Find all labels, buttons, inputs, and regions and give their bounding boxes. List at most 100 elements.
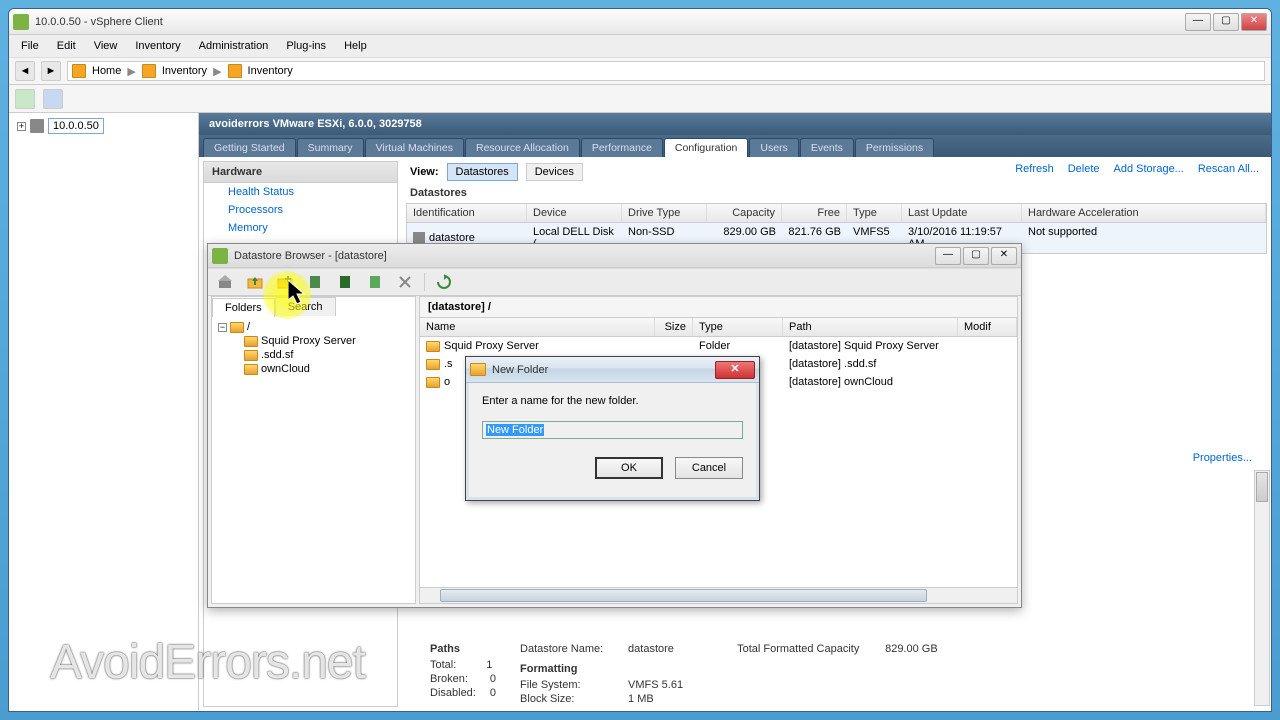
col-capacity[interactable]: Capacity [707,204,782,222]
hw-health-status[interactable]: Health Status [204,183,397,201]
action-refresh[interactable]: Refresh [1015,163,1054,175]
tab-resource-allocation[interactable]: Resource Allocation [465,138,580,157]
server-icon [30,119,44,133]
bc-home[interactable]: Home [92,65,121,77]
folder-icon [426,359,440,370]
window-title: 10.0.0.50 - vSphere Client [35,16,1185,28]
col-identification[interactable]: Identification [407,204,527,222]
menu-edit[interactable]: Edit [49,37,84,55]
browser-title: Datastore Browser - [datastore] [234,250,935,262]
tree-item[interactable]: Squid Proxy Server [216,334,411,348]
menu-bar: File Edit View Inventory Administration … [9,35,1271,57]
col-free[interactable]: Free [782,204,847,222]
folder-icon [426,341,440,352]
host-header: avoiderrors VMware ESXi, 6.0.0, 3029758 [199,113,1271,135]
folder-icon [470,363,486,376]
properties-link[interactable]: Properties... [1193,452,1252,464]
dialog-close-button[interactable]: ✕ [715,361,755,379]
folder-icon [244,350,258,361]
inventory-icon-2[interactable] [228,64,242,78]
tab-summary[interactable]: Summary [297,138,364,157]
cancel-button[interactable]: Cancel [675,457,743,479]
tool-button-2[interactable] [43,89,63,109]
tab-virtual-machines[interactable]: Virtual Machines [365,138,464,157]
upload-icon[interactable] [334,271,356,293]
mouse-cursor [288,280,312,308]
tree-root[interactable]: −/ [216,320,411,334]
menu-administration[interactable]: Administration [191,37,277,55]
action-delete[interactable]: Delete [1068,163,1100,175]
inventory-icon[interactable] [142,64,156,78]
dialog-title: New Folder [492,364,715,376]
browser-toolbar [208,268,1021,296]
hw-memory[interactable]: Memory [204,219,397,237]
nav-toolbar: ◄ ► Home ▶ Inventory ▶ Inventory [9,57,1271,85]
maximize-button[interactable]: ▢ [1213,13,1239,31]
view-label: View: [410,166,439,178]
col-device[interactable]: Device [527,204,622,222]
tab-strip: Getting Started Summary Virtual Machines… [199,135,1271,157]
menu-plugins[interactable]: Plug-ins [278,37,334,55]
col-modified[interactable]: Modif [958,318,1017,336]
view-datastores[interactable]: Datastores [447,163,518,181]
list-item[interactable]: Squid Proxy Server Folder [datastore] Sq… [420,337,1017,355]
col-name[interactable]: Name [420,318,655,336]
minimize-button[interactable]: — [1185,13,1211,31]
back-button[interactable]: ◄ [15,61,35,81]
tree-root-node[interactable]: + 10.0.0.50 [13,117,194,135]
col-size[interactable]: Size [655,318,693,336]
col-type[interactable]: Type [693,318,783,336]
browser-maximize[interactable]: ▢ [963,247,989,265]
tree-address[interactable]: 10.0.0.50 [48,118,104,134]
hw-processors[interactable]: Processors [204,201,397,219]
hardware-header: Hardware [204,162,397,183]
dialog-prompt: Enter a name for the new folder. [482,395,743,407]
tab-folders[interactable]: Folders [212,298,275,317]
menu-file[interactable]: File [13,37,47,55]
tree-item[interactable]: ownCloud [216,362,411,376]
action-add-storage[interactable]: Add Storage... [1114,163,1184,175]
refresh-icon[interactable] [433,271,455,293]
home-icon[interactable] [72,64,86,78]
delete-icon[interactable] [394,271,416,293]
col-hw-accel[interactable]: Hardware Acceleration [1022,204,1266,222]
tree-item[interactable]: .sdd.sf [216,348,411,362]
title-bar: 10.0.0.50 - vSphere Client — ▢ ✕ [9,9,1271,35]
menu-inventory[interactable]: Inventory [127,37,188,55]
col-drive-type[interactable]: Drive Type [622,204,707,222]
close-button[interactable]: ✕ [1241,13,1267,31]
col-type[interactable]: Type [847,204,902,222]
expand-icon[interactable]: + [17,122,26,131]
tab-permissions[interactable]: Permissions [855,138,934,157]
forward-button[interactable]: ► [41,61,61,81]
tab-users[interactable]: Users [749,138,798,157]
ok-button[interactable]: OK [595,457,663,479]
scrollbar-thumb[interactable] [1256,472,1268,502]
bc-inv1[interactable]: Inventory [162,65,207,77]
menu-help[interactable]: Help [336,37,375,55]
col-last-update[interactable]: Last Update [902,204,1022,222]
tab-events[interactable]: Events [800,138,854,157]
browser-close[interactable]: ✕ [991,247,1017,265]
view-devices[interactable]: Devices [526,163,583,181]
tool-button-1[interactable] [15,89,35,109]
breadcrumb: Home ▶ Inventory ▶ Inventory [67,61,1265,81]
col-path[interactable]: Path [783,318,958,336]
folder-name-input[interactable]: New Folder [482,421,743,439]
upload-file-icon[interactable] [364,271,386,293]
new-folder-dialog: New Folder ✕ Enter a name for the new fo… [465,356,760,501]
app-icon [13,14,29,30]
browser-minimize[interactable]: — [935,247,961,265]
up-folder-icon[interactable] [244,271,266,293]
menu-view[interactable]: View [86,37,126,55]
tab-getting-started[interactable]: Getting Started [203,138,296,157]
home-icon[interactable] [214,271,236,293]
bc-inv2[interactable]: Inventory [248,65,293,77]
action-rescan[interactable]: Rescan All... [1198,163,1259,175]
browser-path: [datastore] / [420,297,1017,318]
horizontal-scrollbar[interactable] [420,587,1017,603]
browser-folder-tree: Folders Search −/ Squid Proxy Server .sd… [211,296,416,604]
scrollbar-thumb[interactable] [440,589,927,602]
tab-performance[interactable]: Performance [581,138,663,157]
tab-configuration[interactable]: Configuration [664,138,748,157]
